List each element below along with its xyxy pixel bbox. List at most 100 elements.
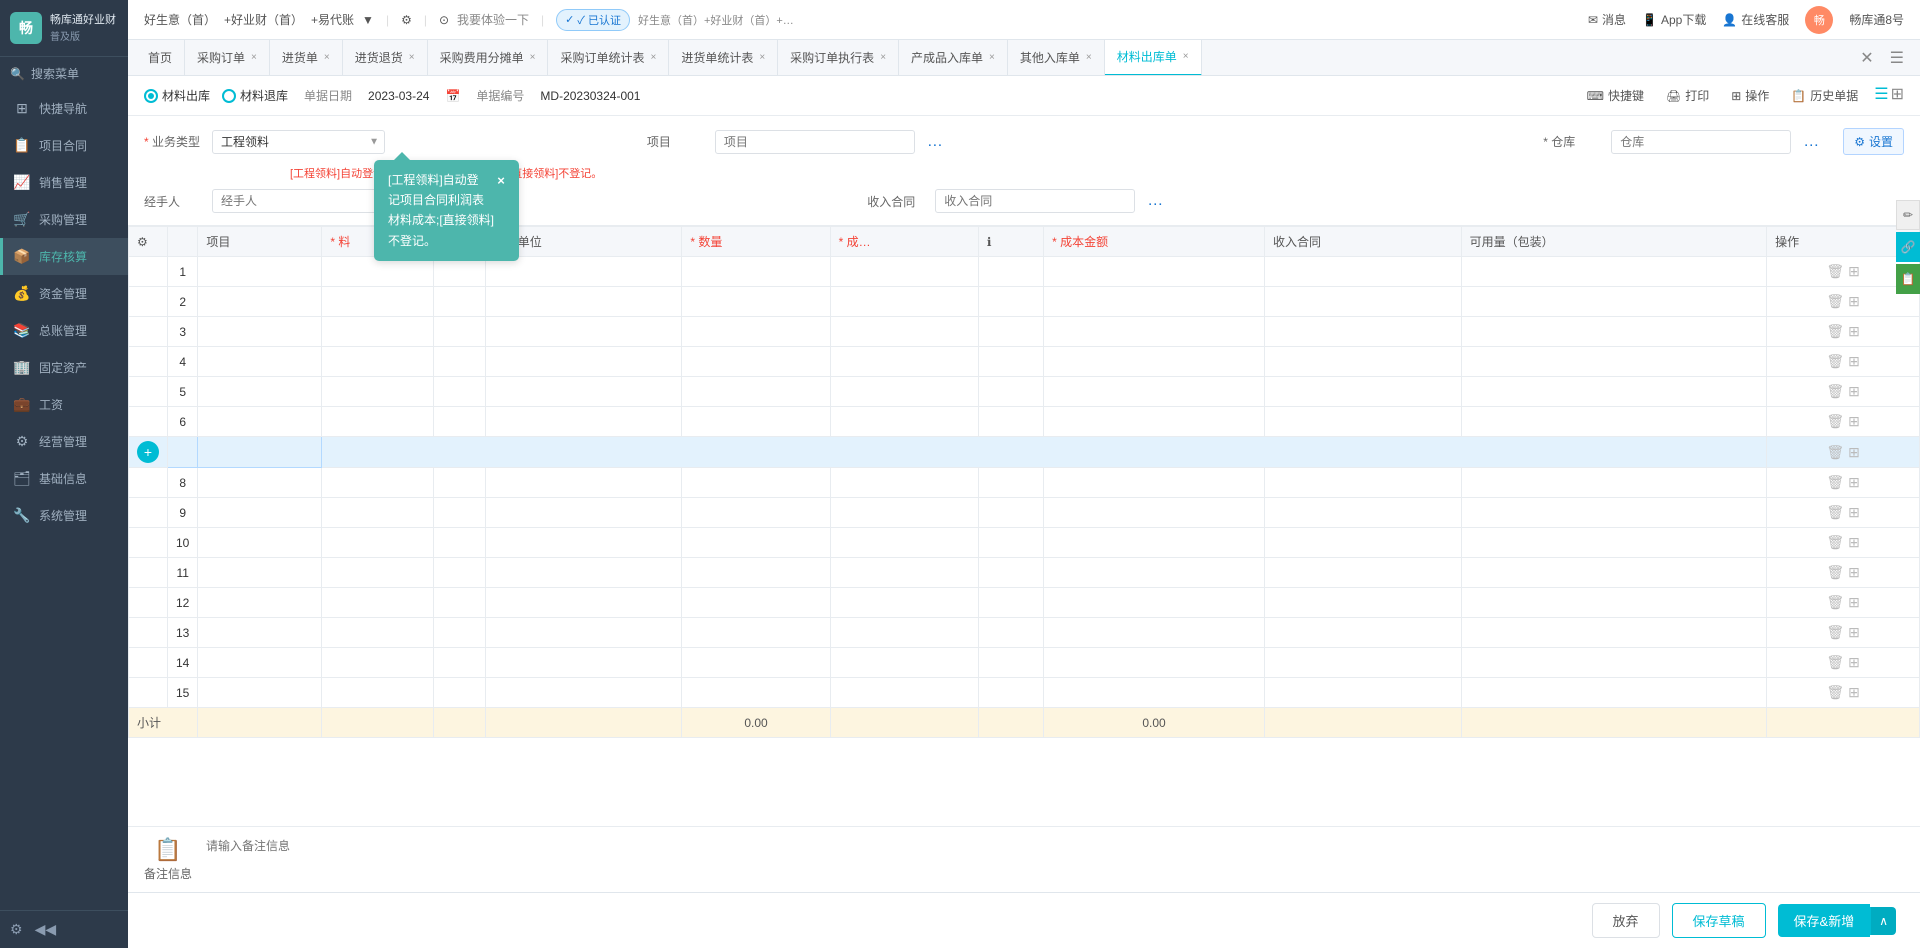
topbar-nav-dropdown[interactable]: ▼ xyxy=(362,13,374,27)
grid-view-icon[interactable]: ⊞ xyxy=(1891,84,1904,107)
save-new-button[interactable]: 保存&新增 xyxy=(1778,904,1871,937)
row-14-delete-icon[interactable]: 🗑 xyxy=(1826,654,1844,671)
tab-purchase-stat[interactable]: 采购订单统计表× xyxy=(548,40,669,76)
add-row-button[interactable]: + xyxy=(137,441,159,463)
tab-incoming[interactable]: 进货单× xyxy=(270,40,343,76)
print-btn[interactable]: 🖨 打印 xyxy=(1660,84,1715,107)
tab-close-purchase-expense[interactable]: × xyxy=(530,52,536,63)
row-5-copy-icon[interactable]: ⊞ xyxy=(1848,383,1860,400)
add-row-delete-icon[interactable]: 🗑 xyxy=(1826,444,1844,461)
row-4-copy-icon[interactable]: ⊞ xyxy=(1848,353,1860,370)
save-draft-button[interactable]: 保存草稿 xyxy=(1672,903,1766,938)
row-2-qty[interactable] xyxy=(682,287,830,317)
right-tool-green[interactable]: 📋 xyxy=(1896,264,1920,294)
sidebar-item-payroll[interactable]: 💼 工资 xyxy=(0,386,128,423)
sidebar-item-purchase[interactable]: 🛒 采购管理 xyxy=(0,201,128,238)
app-download-btn[interactable]: 📱 App下载 xyxy=(1642,11,1706,28)
operation-btn[interactable]: ⊞ 操作 xyxy=(1725,84,1775,107)
tab-menu-icon[interactable]: ☰ xyxy=(1882,48,1912,68)
row-10-delete-icon[interactable]: 🗑 xyxy=(1826,534,1844,551)
online-service-btn[interactable]: 👤 在线客服 xyxy=(1722,11,1789,28)
sidebar-item-sys[interactable]: 🔧 系统管理 xyxy=(0,497,128,534)
tab-purchase-order[interactable]: 采购订单× xyxy=(185,40,270,76)
sidebar-item-basic-info[interactable]: 🗂 基础信息 xyxy=(0,460,128,497)
quick-key-btn[interactable]: ⌨ 快捷键 xyxy=(1581,84,1650,107)
tab-purchase-expense[interactable]: 采购费用分摊单× xyxy=(428,40,549,76)
warehouse-input[interactable] xyxy=(1611,130,1791,154)
row-4-delete-icon[interactable]: 🗑 xyxy=(1826,353,1844,370)
topbar-nav-hsy[interactable]: 好生意（首） xyxy=(144,11,216,28)
row-10-copy-icon[interactable]: ⊞ xyxy=(1848,534,1860,551)
row-3-warehouse-unit[interactable] xyxy=(485,317,682,347)
add-row-copy-icon[interactable]: ⊞ xyxy=(1848,444,1860,461)
sidebar-item-sales[interactable]: 📈 销售管理 xyxy=(0,164,128,201)
row-5-delete-icon[interactable]: 🗑 xyxy=(1826,383,1844,400)
row-3-cost[interactable] xyxy=(830,317,978,347)
tab-close-all[interactable]: ✕ xyxy=(1852,48,1881,68)
discard-button[interactable]: 放弃 xyxy=(1592,903,1660,938)
row-6-delete-icon[interactable]: 🗑 xyxy=(1826,413,1844,430)
calendar-icon[interactable]: 📅 xyxy=(445,89,460,103)
row-12-copy-icon[interactable]: ⊞ xyxy=(1848,594,1860,611)
handler-input[interactable] xyxy=(212,189,392,213)
username[interactable]: 畅库通8号 xyxy=(1849,11,1904,28)
sidebar-item-ledger[interactable]: 📚 总账管理 xyxy=(0,312,128,349)
row-1-qty[interactable] xyxy=(682,257,830,287)
row-3-qty[interactable] xyxy=(682,317,830,347)
row-3-income-contract[interactable] xyxy=(1264,317,1461,347)
settings-icon[interactable]: ⚙ xyxy=(10,921,23,938)
row-2-warehouse-unit[interactable] xyxy=(485,287,682,317)
sidebar-item-finance[interactable]: 💰 资金管理 xyxy=(0,275,128,312)
row-11-copy-icon[interactable]: ⊞ xyxy=(1848,564,1860,581)
tab-close-purchase-stat[interactable]: × xyxy=(650,52,656,63)
tab-close-material-outbound[interactable]: × xyxy=(1183,51,1189,62)
row-3-material[interactable] xyxy=(322,317,434,347)
row-8-copy-icon[interactable]: ⊞ xyxy=(1848,474,1860,491)
tab-close-product-inbound[interactable]: × xyxy=(989,52,995,63)
tab-close-purchase-exec[interactable]: × xyxy=(880,52,886,63)
row-6-copy-icon[interactable]: ⊞ xyxy=(1848,413,1860,430)
tab-close-incoming-return[interactable]: × xyxy=(409,52,415,63)
message-btn[interactable]: ✉ 消息 xyxy=(1588,11,1626,28)
note-input[interactable] xyxy=(204,837,1904,855)
history-btn[interactable]: 📋 历史单据 xyxy=(1785,84,1864,107)
row-15-copy-icon[interactable]: ⊞ xyxy=(1848,684,1860,701)
search-menu[interactable]: 🔍 搜索菜单 xyxy=(0,57,128,90)
row-11-delete-icon[interactable]: 🗑 xyxy=(1826,564,1844,581)
business-type-input[interactable] xyxy=(212,130,385,154)
sidebar-item-quick-nav[interactable]: ⊞ 快捷导航 xyxy=(0,90,128,127)
col-header-settings[interactable]: ⚙ xyxy=(129,227,168,257)
right-tool-edit[interactable]: ✏ xyxy=(1896,200,1920,230)
topbar-experience-btn[interactable]: 我要体验一下 xyxy=(457,11,529,28)
tooltip-close[interactable]: × xyxy=(497,170,505,192)
radio-outbound[interactable]: 材料出库 xyxy=(144,87,210,104)
row-9-delete-icon[interactable]: 🗑 xyxy=(1826,504,1844,521)
sidebar-item-project[interactable]: 📋 项目合同 xyxy=(0,127,128,164)
row-15-delete-icon[interactable]: 🗑 xyxy=(1826,684,1844,701)
tab-material-outbound[interactable]: 材料出库单 × xyxy=(1105,40,1202,76)
tab-close-incoming-stat[interactable]: × xyxy=(759,52,765,63)
row-1-cost[interactable] xyxy=(830,257,978,287)
row-2-cost-amount[interactable] xyxy=(1044,287,1265,317)
list-view-icon[interactable]: ☰ xyxy=(1874,84,1888,107)
tab-close-incoming[interactable]: × xyxy=(324,52,330,63)
sidebar-item-inventory[interactable]: 📦 库存核算 xyxy=(0,238,128,275)
settings-btn[interactable]: ⚙ 设置 xyxy=(1843,128,1904,155)
row-1-delete-icon[interactable]: 🗑 xyxy=(1826,263,1844,280)
row-1-copy-icon[interactable]: ⊞ xyxy=(1848,263,1860,280)
row-2-spec[interactable] xyxy=(434,287,485,317)
avatar[interactable]: 畅 xyxy=(1805,6,1833,34)
topbar-nav-ydz[interactable]: +易代账 xyxy=(311,11,354,28)
topbar-nav-hyc[interactable]: +好业财（首） xyxy=(224,11,303,28)
row-2-income-contract[interactable] xyxy=(1264,287,1461,317)
tab-close-purchase-order[interactable]: × xyxy=(251,52,257,63)
row-1-warehouse-unit[interactable] xyxy=(485,257,682,287)
row-3-spec[interactable] xyxy=(434,317,485,347)
row-3-delete-icon[interactable]: 🗑 xyxy=(1826,323,1844,340)
right-tool-link[interactable]: 🔗 xyxy=(1896,232,1920,262)
income-contract-input[interactable] xyxy=(935,189,1135,213)
topbar-settings-icon[interactable]: ⚙ xyxy=(401,13,412,27)
tab-product-inbound[interactable]: 产成品入库单× xyxy=(899,40,1008,76)
sidebar-item-ops[interactable]: ⚙ 经营管理 xyxy=(0,423,128,460)
tab-incoming-return[interactable]: 进货退货× xyxy=(343,40,428,76)
